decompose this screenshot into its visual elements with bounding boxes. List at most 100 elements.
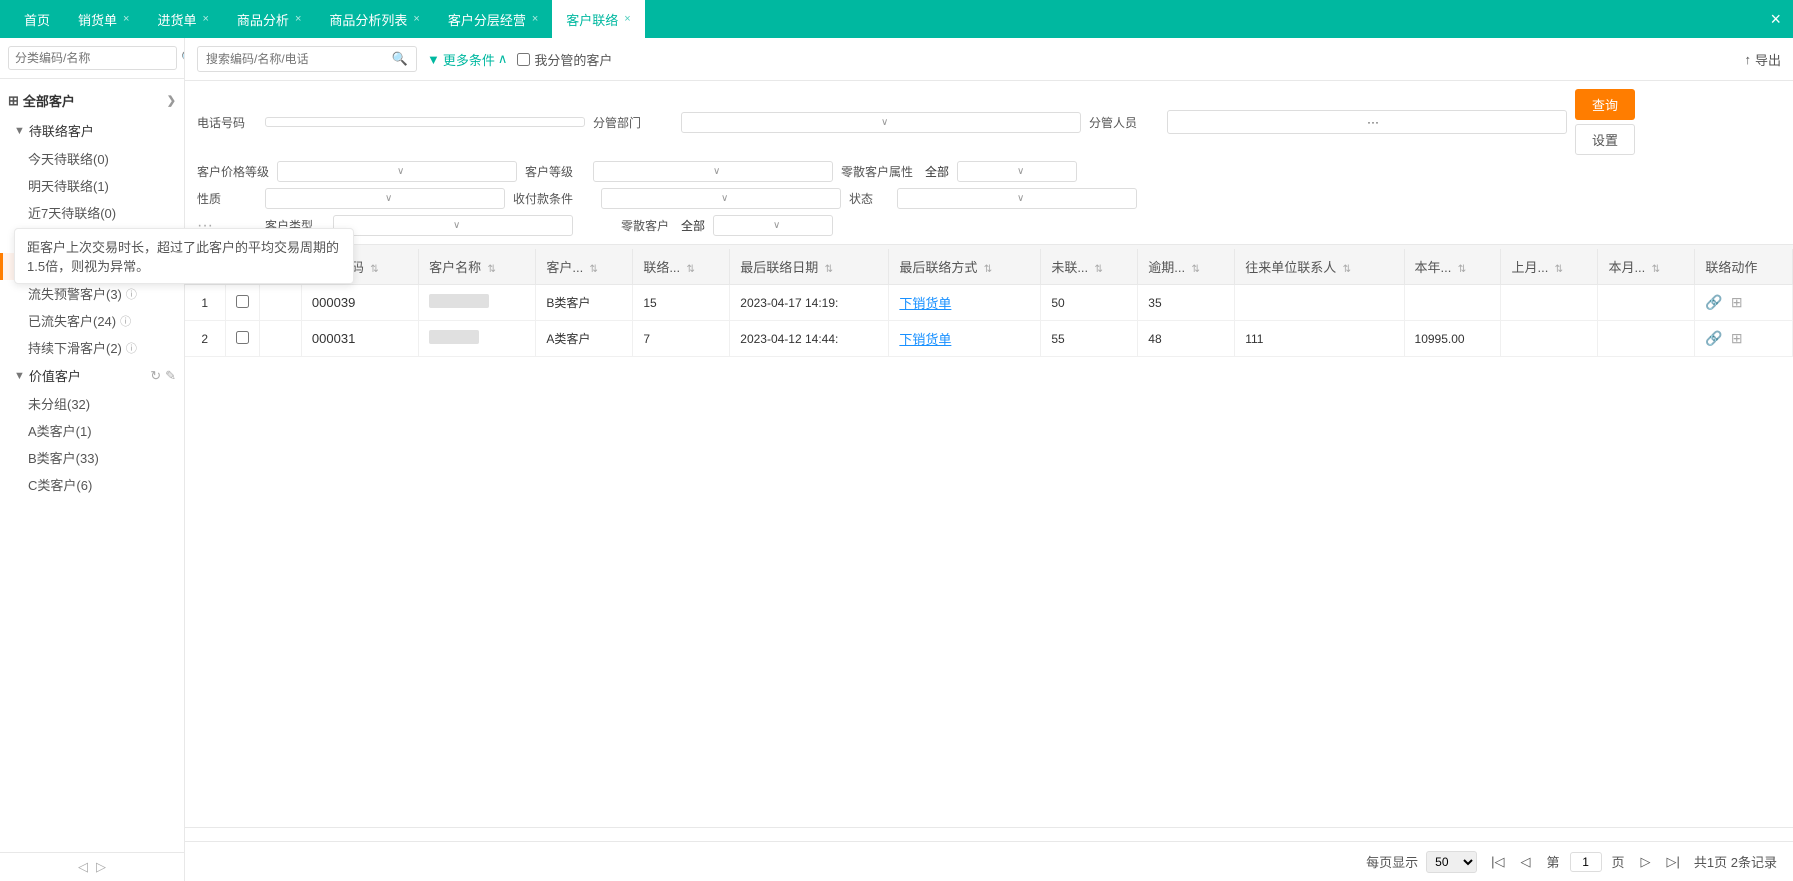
sidebar-item-declining[interactable]: 持续下滑客户(2) ⓘ — [0, 334, 184, 361]
close-all-tabs[interactable]: × — [1770, 9, 1781, 30]
col-this-year[interactable]: 本年... ⇅ — [1404, 249, 1501, 285]
sidebar-item-class-c[interactable]: C类客户(6) — [0, 471, 184, 498]
main-search-icon[interactable]: 🔍 — [392, 51, 408, 67]
col-last-month[interactable]: 上月... ⇅ — [1501, 249, 1598, 285]
nav-sales[interactable]: 销货单 × — [64, 0, 143, 38]
my-customers-checkbox[interactable] — [517, 53, 530, 66]
row1-grid-icon[interactable]: ⊞ — [1731, 294, 1743, 311]
row2-grid-icon[interactable]: ⊞ — [1731, 330, 1743, 347]
manager-more-btn[interactable]: ··· — [1367, 115, 1558, 129]
page-last-btn[interactable]: ▷| — [1661, 852, 1686, 872]
price-grade-label: 客户价格等级 — [197, 163, 269, 180]
total-records: 共1页 2条记录 — [1694, 852, 1777, 871]
customer-table: ⚙ 客户编码 ⇅ 客户名称 ⇅ 客户... ⇅ — [185, 249, 1793, 357]
sidebar-item-lost[interactable]: 已流失客户(24) ⓘ — [0, 307, 184, 334]
sidebar-item-ungroup[interactable]: 未分组(32) — [0, 390, 184, 417]
sidebar-prev-icon[interactable]: ◁ — [78, 859, 88, 875]
nav-purchase[interactable]: 进货单 × — [143, 0, 222, 38]
sidebar-item-loss-warning[interactable]: 流失预警客户(3) ⓘ — [0, 280, 184, 307]
sidebar-all-customers[interactable]: ⊞ 全部客户 ❯ — [0, 85, 184, 116]
payment-select[interactable]: ∨ — [601, 188, 841, 209]
dept-label: 分管部门 — [593, 114, 673, 131]
customer-type-select[interactable]: ∨ — [333, 215, 573, 236]
row2-contact-person: 111 — [1235, 321, 1404, 357]
price-grade-select[interactable]: ∨ — [277, 161, 517, 182]
nav-product-analysis[interactable]: 商品分析 × — [223, 0, 315, 38]
col-category[interactable]: 客户... ⇅ — [536, 249, 633, 285]
row1-name[interactable] — [419, 285, 536, 321]
export-button[interactable]: ↑ 导出 — [1744, 50, 1781, 69]
page-prev-btn[interactable]: ◁ — [1515, 852, 1537, 872]
row1-name-blur — [429, 294, 489, 308]
query-button[interactable]: 查询 — [1575, 89, 1635, 120]
arrow-down-icon-value: ▼ — [14, 370, 25, 382]
manager-label: 分管人员 — [1089, 114, 1159, 131]
dept-select-arrow: ∨ — [881, 117, 1072, 128]
col-contact[interactable]: 联络... ⇅ — [633, 249, 730, 285]
scatter-customer-select[interactable]: ∨ — [713, 215, 833, 236]
customer-type-arrow: ∨ — [453, 220, 564, 231]
horizontal-scrollbar[interactable] — [185, 827, 1793, 841]
row1-checkbox[interactable] — [236, 295, 249, 308]
page-first-btn[interactable]: |◁ — [1485, 852, 1510, 872]
scatter-attr-select[interactable]: ∨ — [957, 161, 1077, 182]
phone-input[interactable] — [265, 117, 585, 127]
nav-home[interactable]: 首页 — [10, 0, 64, 38]
more-conditions-btn[interactable]: ▼ 更多条件 ∧ — [427, 50, 507, 69]
sort-lastmonth-icon: ⇅ — [1555, 264, 1563, 275]
manager-select[interactable]: ··· — [1167, 110, 1567, 134]
nav-customer-contact-close[interactable]: × — [624, 13, 630, 25]
sidebar-item-tomorrow[interactable]: 明天待联络(1) — [0, 172, 184, 199]
sidebar-value-group[interactable]: ▼ 价值客户 ↻ ✎ — [0, 361, 184, 390]
per-page-select[interactable]: 50 100 200 — [1426, 851, 1477, 873]
row1-last-method[interactable]: 下销货单 — [889, 285, 1041, 321]
col-name[interactable]: 客户名称 ⇅ — [419, 249, 536, 285]
dept-select[interactable]: ∨ — [681, 112, 1081, 133]
page-number-input[interactable] — [1570, 852, 1602, 872]
col-contact-person[interactable]: 往来单位联系人 ⇅ — [1235, 249, 1404, 285]
sidebar-item-class-a[interactable]: A类客户(1) — [0, 417, 184, 444]
main-search-input[interactable] — [206, 52, 392, 66]
page-next-btn[interactable]: ▷ — [1635, 852, 1657, 872]
nav-customer-contact[interactable]: 客户联络 × — [552, 0, 644, 38]
refresh-icon[interactable]: ↻ — [150, 368, 161, 384]
sidebar-group-pending[interactable]: ▼ 待联络客户 — [0, 116, 184, 145]
customer-grade-select[interactable]: ∨ — [593, 161, 833, 182]
col-this-month[interactable]: 本月... ⇅ — [1598, 249, 1695, 285]
nature-select[interactable]: ∨ — [265, 188, 505, 209]
row2-name[interactable] — [419, 321, 536, 357]
category-search-input[interactable] — [8, 46, 177, 70]
row2-code[interactable]: 000031 — [301, 321, 418, 357]
row2-this-month — [1598, 321, 1695, 357]
nav-product-analysis-close[interactable]: × — [295, 13, 301, 25]
nav-sales-close[interactable]: × — [123, 13, 129, 25]
row1-code[interactable]: 000039 — [301, 285, 418, 321]
nav-purchase-close[interactable]: × — [202, 13, 208, 25]
arrow-down-icon: ▼ — [14, 125, 25, 137]
sidebar-item-7days[interactable]: 近7天待联络(0) — [0, 199, 184, 226]
row1-link-icon[interactable]: 🔗 — [1705, 294, 1722, 311]
status-select[interactable]: ∨ — [897, 188, 1137, 209]
sort-overdue-icon: ⇅ — [1191, 264, 1199, 275]
col-last-method[interactable]: 最后联络方式 ⇅ — [889, 249, 1041, 285]
nav-product-list-close[interactable]: × — [413, 13, 419, 25]
row2-last-method[interactable]: 下销货单 — [889, 321, 1041, 357]
col-overdue[interactable]: 逾期... ⇅ — [1138, 249, 1235, 285]
nav-customer-tier[interactable]: 客户分层经营 × — [434, 0, 552, 38]
info-icon-declining: ⓘ — [126, 340, 137, 356]
row2-link-icon[interactable]: 🔗 — [1705, 330, 1722, 347]
col-unread[interactable]: 未联... ⇅ — [1041, 249, 1138, 285]
setting-button[interactable]: 设置 — [1575, 124, 1635, 155]
sidebar-next-icon[interactable]: ▷ — [96, 859, 106, 875]
edit-icon[interactable]: ✎ — [165, 368, 176, 384]
chevron-icon: ∧ — [498, 51, 508, 67]
nav-product-list[interactable]: 商品分析列表 × — [315, 0, 433, 38]
sidebar-item-today[interactable]: 今天待联络(0) — [0, 145, 184, 172]
col-last-date[interactable]: 最后联络日期 ⇅ — [730, 249, 889, 285]
sidebar-item-class-b[interactable]: B类客户(33) — [0, 444, 184, 471]
row1-overdue: 35 — [1138, 285, 1235, 321]
adv-row-3: 性质 ∨ 收付款条件 ∨ 状态 ∨ — [197, 188, 1781, 209]
row1-contact-person — [1235, 285, 1404, 321]
row2-checkbox[interactable] — [236, 331, 249, 344]
nav-customer-tier-close[interactable]: × — [532, 13, 538, 25]
